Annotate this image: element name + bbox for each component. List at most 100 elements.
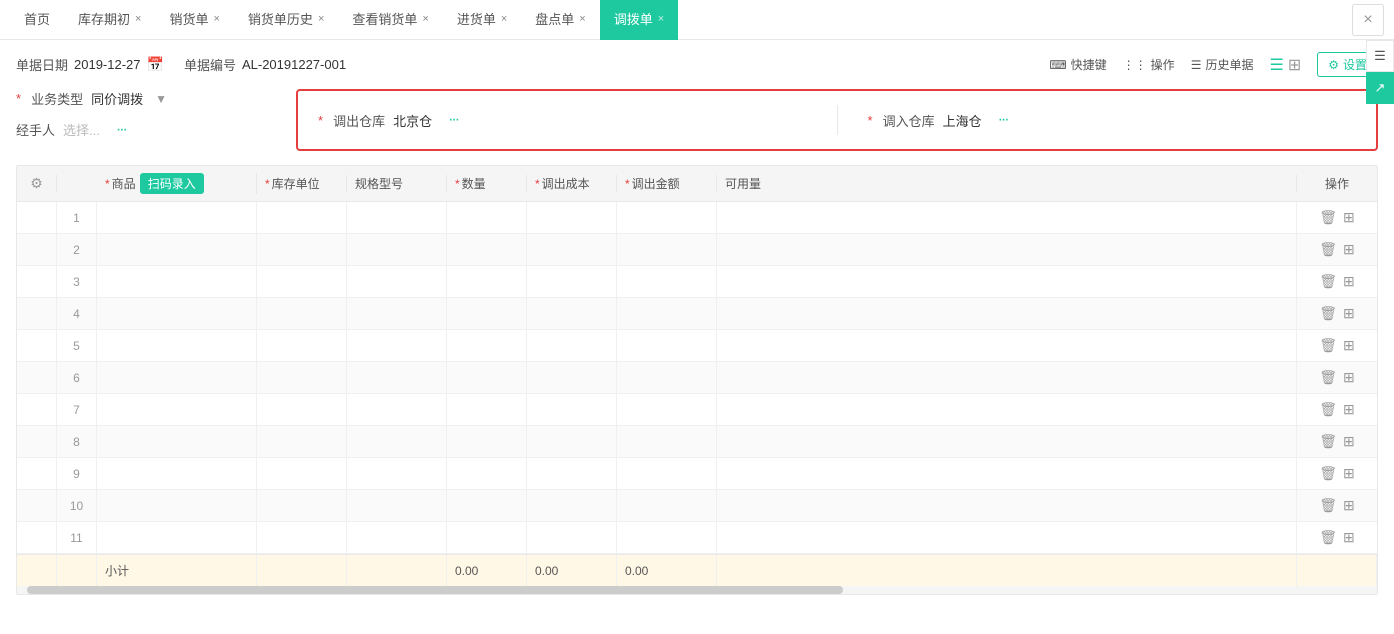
row-1-cost[interactable] <box>527 202 617 233</box>
row-6-product[interactable] <box>97 362 257 393</box>
tab-inventory-check[interactable]: 盘点单 × <box>521 0 599 40</box>
row-2-product[interactable] <box>97 234 257 265</box>
row-6-unit[interactable] <box>257 362 347 393</box>
calendar-icon[interactable]: 📅 <box>147 56 164 73</box>
row-2-delete-icon[interactable]: 🗑 <box>1319 241 1337 258</box>
row-6-avail[interactable] <box>717 362 1297 393</box>
row-10-product[interactable] <box>97 490 257 521</box>
row-9-spec[interactable] <box>347 458 447 489</box>
shortcuts-action[interactable]: ⌨ 快捷键 <box>1049 56 1106 73</box>
row-7-copy-icon[interactable]: ⊞ <box>1343 401 1355 418</box>
tab-close-view-sales[interactable]: × <box>422 13 428 25</box>
row-4-unit[interactable] <box>257 298 347 329</box>
row-5-amount[interactable] <box>617 330 717 361</box>
row-11-amount[interactable] <box>617 522 717 553</box>
row-1-product[interactable] <box>97 202 257 233</box>
tab-close-inventory-init[interactable]: × <box>135 13 141 25</box>
row-5-avail[interactable] <box>717 330 1297 361</box>
row-7-product[interactable] <box>97 394 257 425</box>
in-warehouse-value[interactable]: 上海仓 <box>943 111 982 130</box>
row-4-product[interactable] <box>97 298 257 329</box>
tab-transfer[interactable]: 调拨单 × <box>600 0 678 40</box>
tab-sales-order[interactable]: 销货单 × <box>155 0 233 40</box>
tab-close-purchase[interactable]: × <box>501 13 507 25</box>
row-10-amount[interactable] <box>617 490 717 521</box>
row-3-cost[interactable] <box>527 266 617 297</box>
operations-action[interactable]: ⋮⋮ 操作 <box>1123 56 1175 73</box>
person-input[interactable]: 选择... <box>63 120 100 139</box>
row-1-amount[interactable] <box>617 202 717 233</box>
row-11-delete-icon[interactable]: 🗑 <box>1319 529 1337 546</box>
row-9-product[interactable] <box>97 458 257 489</box>
out-warehouse-more-button[interactable]: ··· <box>448 111 458 129</box>
tab-purchase[interactable]: 进货单 × <box>443 0 521 40</box>
business-type-value[interactable]: 同价调拨 <box>91 89 143 108</box>
row-4-amount[interactable] <box>617 298 717 329</box>
horizontal-scrollbar[interactable] <box>17 586 1377 594</box>
layout-icon-2[interactable]: ⊞ <box>1288 55 1301 75</box>
row-4-spec[interactable] <box>347 298 447 329</box>
row-3-copy-icon[interactable]: ⊞ <box>1343 273 1355 290</box>
row-7-amount[interactable] <box>617 394 717 425</box>
row-4-copy-icon[interactable]: ⊞ <box>1343 305 1355 322</box>
scroll-thumb[interactable] <box>27 586 843 594</box>
row-2-spec[interactable] <box>347 234 447 265</box>
row-3-product[interactable] <box>97 266 257 297</box>
row-6-qty[interactable] <box>447 362 527 393</box>
scan-barcode-button[interactable]: 扫码录入 <box>140 173 204 194</box>
row-6-spec[interactable] <box>347 362 447 393</box>
row-8-unit[interactable] <box>257 426 347 457</box>
row-1-qty[interactable] <box>447 202 527 233</box>
row-3-qty[interactable] <box>447 266 527 297</box>
row-3-delete-icon[interactable]: 🗑 <box>1319 273 1337 290</box>
row-8-copy-icon[interactable]: ⊞ <box>1343 433 1355 450</box>
row-5-delete-icon[interactable]: 🗑 <box>1319 337 1337 354</box>
row-11-avail[interactable] <box>717 522 1297 553</box>
row-7-delete-icon[interactable]: 🗑 <box>1319 401 1337 418</box>
window-close-button[interactable]: × <box>1352 4 1384 36</box>
row-4-cost[interactable] <box>527 298 617 329</box>
row-5-copy-icon[interactable]: ⊞ <box>1343 337 1355 354</box>
row-10-copy-icon[interactable]: ⊞ <box>1343 497 1355 514</box>
row-5-product[interactable] <box>97 330 257 361</box>
tab-close-sales-order[interactable]: × <box>213 13 219 25</box>
row-7-avail[interactable] <box>717 394 1297 425</box>
row-8-qty[interactable] <box>447 426 527 457</box>
row-8-product[interactable] <box>97 426 257 457</box>
row-8-amount[interactable] <box>617 426 717 457</box>
row-9-copy-icon[interactable]: ⊞ <box>1343 465 1355 482</box>
row-6-amount[interactable] <box>617 362 717 393</box>
row-11-copy-icon[interactable]: ⊞ <box>1343 529 1355 546</box>
row-8-spec[interactable] <box>347 426 447 457</box>
row-10-spec[interactable] <box>347 490 447 521</box>
row-11-qty[interactable] <box>447 522 527 553</box>
row-9-unit[interactable] <box>257 458 347 489</box>
row-10-unit[interactable] <box>257 490 347 521</box>
row-2-avail[interactable] <box>717 234 1297 265</box>
row-4-delete-icon[interactable]: 🗑 <box>1319 305 1337 322</box>
row-3-spec[interactable] <box>347 266 447 297</box>
row-7-spec[interactable] <box>347 394 447 425</box>
row-11-cost[interactable] <box>527 522 617 553</box>
row-11-spec[interactable] <box>347 522 447 553</box>
row-8-cost[interactable] <box>527 426 617 457</box>
row-6-copy-icon[interactable]: ⊞ <box>1343 369 1355 386</box>
row-3-avail[interactable] <box>717 266 1297 297</box>
row-5-cost[interactable] <box>527 330 617 361</box>
row-2-copy-icon[interactable]: ⊞ <box>1343 241 1355 258</box>
table-settings-icon[interactable]: ⚙ <box>30 175 43 192</box>
row-9-avail[interactable] <box>717 458 1297 489</box>
row-4-avail[interactable] <box>717 298 1297 329</box>
row-9-cost[interactable] <box>527 458 617 489</box>
tab-home[interactable]: 首页 <box>10 0 64 40</box>
person-more-button[interactable]: ··· <box>116 121 126 139</box>
layout-icon-1[interactable]: ☰ <box>1269 55 1283 75</box>
row-3-unit[interactable] <box>257 266 347 297</box>
row-3-amount[interactable] <box>617 266 717 297</box>
tab-sales-history[interactable]: 销货单历史 × <box>234 0 338 40</box>
tab-view-sales[interactable]: 查看销货单 × <box>338 0 442 40</box>
row-8-delete-icon[interactable]: 🗑 <box>1319 433 1337 450</box>
row-2-amount[interactable] <box>617 234 717 265</box>
out-warehouse-value[interactable]: 北京仓 <box>393 111 432 130</box>
date-value[interactable]: 2019-12-27 <box>74 57 141 72</box>
